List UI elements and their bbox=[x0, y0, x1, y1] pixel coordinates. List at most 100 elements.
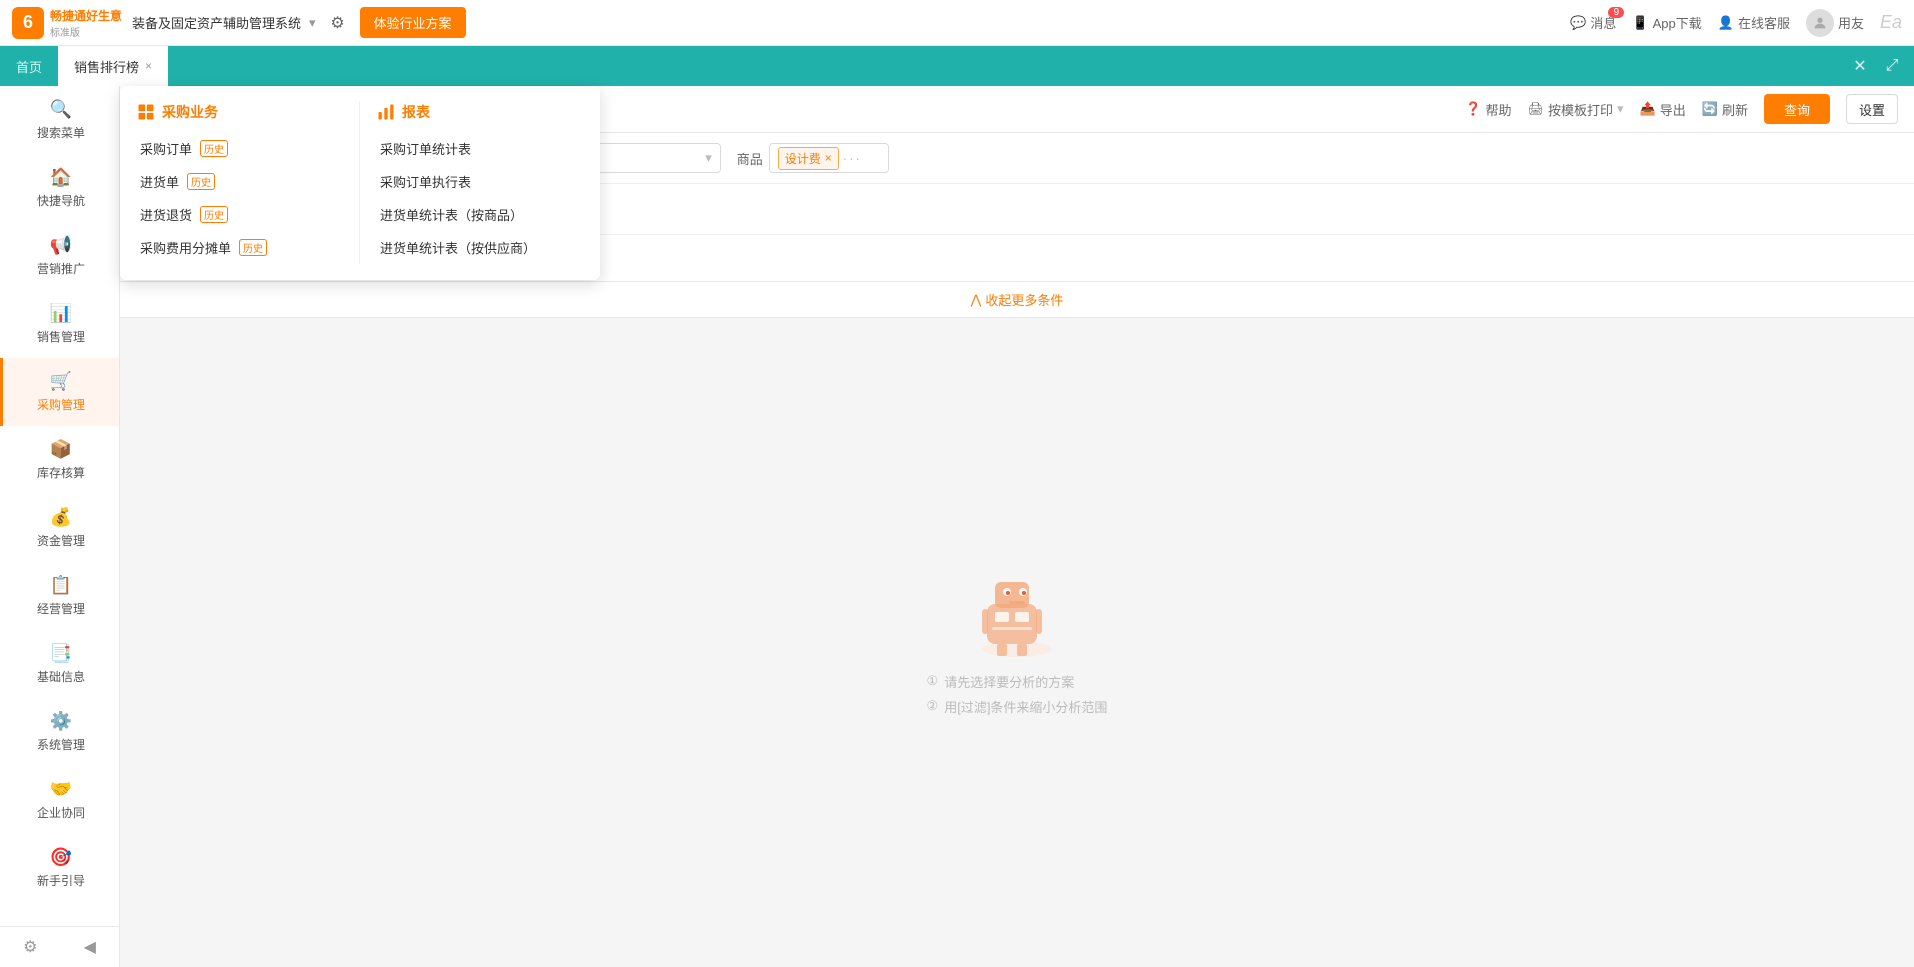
history-badge: 历史 bbox=[200, 206, 228, 223]
settings-icon[interactable]: ⚙ bbox=[324, 9, 352, 37]
help-button[interactable]: ❓ 帮助 bbox=[1465, 100, 1511, 119]
logo-area: 6 畅捷通好生意 标准版 bbox=[12, 7, 132, 39]
collapse-up-icon: ⋀ bbox=[971, 292, 982, 308]
topbar-right: 💬 消息 9 📱 App下载 👤 在线客服 用友 Ea bbox=[1570, 9, 1902, 37]
online-service-button[interactable]: 👤 在线客服 bbox=[1718, 13, 1790, 32]
purchase-section-title: 采购业务 bbox=[136, 102, 343, 122]
sidebar-label-purchase: 采购管理 bbox=[37, 396, 85, 413]
empty-illustration bbox=[957, 564, 1077, 664]
sidebar-item-purchase[interactable]: 🛒 采购管理 bbox=[0, 358, 119, 426]
operation-icon: 📋 bbox=[50, 575, 72, 596]
sidebar-item-system[interactable]: ⚙️ 系统管理 bbox=[0, 698, 119, 766]
sidebar-label-marketing: 营销推广 bbox=[37, 260, 85, 277]
sidebar-item-basic-info[interactable]: 📑 基础信息 bbox=[0, 630, 119, 698]
sidebar-item-sales[interactable]: 📊 销售管理 bbox=[0, 290, 119, 358]
dropdown-item-purchase-goods[interactable]: 进货单 历史 bbox=[136, 165, 343, 198]
user-menu[interactable]: 用友 bbox=[1806, 9, 1864, 37]
user-avatar bbox=[1806, 9, 1834, 37]
goods-filter: 商品 设计费 × ··· bbox=[737, 143, 889, 173]
report-section: 报表 采购订单统计表 采购订单执行表 进货单统计表（按商品） 进货单统计表（按供… bbox=[360, 102, 584, 264]
sidebar-item-finance[interactable]: 💰 资金管理 bbox=[0, 494, 119, 562]
guide-icon: 🎯 bbox=[50, 847, 72, 868]
sidebar-bottom: ⚙ ◀ bbox=[0, 926, 119, 967]
empty-hints: 请先选择要分析的方案 用[过滤]条件来缩小分析范围 bbox=[927, 672, 1108, 722]
collapse-bar: ⋀ 收起更多条件 bbox=[120, 282, 1914, 318]
sidebar-label-basic-info: 基础信息 bbox=[37, 668, 85, 685]
sidebar-label-enterprise: 企业协同 bbox=[37, 804, 85, 821]
sidebar-item-inventory[interactable]: 📦 库存核算 bbox=[0, 426, 119, 494]
dropdown-item-goods-stat-by-product[interactable]: 进货单统计表（按商品） bbox=[376, 198, 584, 231]
help-icon: ❓ bbox=[1465, 101, 1481, 117]
home-icon: 🏠 bbox=[50, 167, 72, 188]
dropdown-item-purchase-expense[interactable]: 采购费用分摊单 历史 bbox=[136, 231, 343, 264]
sidebar-label-nav: 快捷导航 bbox=[37, 192, 85, 209]
dropdown-item-purchase-order-exec[interactable]: 采购订单执行表 bbox=[376, 165, 584, 198]
empty-hint-2: 用[过滤]条件来缩小分析范围 bbox=[927, 697, 1108, 716]
message-button[interactable]: 💬 消息 9 bbox=[1570, 13, 1616, 32]
sidebar-item-marketing[interactable]: 📢 营销推广 bbox=[0, 222, 119, 290]
enterprise-icon: 🤝 bbox=[50, 779, 72, 800]
inventory-icon: 📦 bbox=[50, 439, 72, 460]
finance-icon: 💰 bbox=[50, 507, 72, 528]
tab-home[interactable]: 首页 bbox=[0, 46, 58, 86]
tag-close-icon[interactable]: × bbox=[825, 151, 832, 165]
sidebar-label-sales: 销售管理 bbox=[37, 328, 85, 345]
system-icon: ⚙️ bbox=[50, 711, 72, 732]
sidebar-label-search: 搜索菜单 bbox=[37, 124, 85, 141]
history-badge: 历史 bbox=[239, 239, 267, 256]
query-button[interactable]: 查询 bbox=[1764, 94, 1830, 124]
dropdown-item-purchase-order[interactable]: 采购订单 历史 bbox=[136, 132, 343, 165]
purchase-dropdown-menu: 采购业务 采购订单 历史 进货单 历史 进货退货 历史 采购费用分摊单 历史 报… bbox=[120, 86, 600, 280]
goods-more-icon[interactable]: ··· bbox=[843, 151, 862, 166]
message-badge: 9 bbox=[1608, 7, 1624, 18]
goods-input[interactable]: 设计费 × ··· bbox=[769, 143, 889, 173]
collapse-button[interactable]: ⋀ 收起更多条件 bbox=[971, 290, 1064, 309]
dropdown-arrow-icon[interactable]: ▾ bbox=[309, 15, 316, 31]
purchase-section-icon bbox=[136, 102, 156, 122]
message-icon: 💬 bbox=[1570, 15, 1586, 31]
sidebar-settings-icon[interactable]: ⚙ bbox=[23, 937, 37, 957]
sidebar: 🔍 搜索菜单 🏠 快捷导航 📢 营销推广 📊 销售管理 🛒 采购管理 📦 库存核… bbox=[0, 86, 120, 967]
tab-close-icon[interactable]: × bbox=[145, 59, 152, 73]
sidebar-item-operation[interactable]: 📋 经营管理 bbox=[0, 562, 119, 630]
app-download-button[interactable]: 📱 App下载 bbox=[1632, 13, 1701, 32]
print-arrow-icon: ▾ bbox=[1617, 101, 1624, 117]
tab-sales-rank[interactable]: 销售排行榜 × bbox=[58, 46, 168, 86]
sidebar-label-guide: 新手引导 bbox=[37, 872, 85, 889]
export-button[interactable]: 📤 导出 bbox=[1640, 100, 1686, 119]
service-icon: 👤 bbox=[1718, 15, 1734, 31]
sidebar-item-enterprise[interactable]: 🤝 企业协同 bbox=[0, 766, 119, 834]
maximize-icon[interactable]: ⤢ bbox=[1880, 54, 1904, 78]
dropdown-item-purchase-order-stat[interactable]: 采购订单统计表 bbox=[376, 132, 584, 165]
industry-button[interactable]: 体验行业方案 bbox=[360, 7, 466, 38]
topbar-center: 装备及固定资产辅助管理系统 ▾ ⚙ 体验行业方案 bbox=[132, 7, 1570, 38]
report-section-title: 报表 bbox=[376, 102, 584, 122]
empty-state: 请先选择要分析的方案 用[过滤]条件来缩小分析范围 bbox=[120, 318, 1914, 967]
refresh-icon: 🔄 bbox=[1702, 101, 1718, 117]
topbar: 6 畅捷通好生意 标准版 装备及固定资产辅助管理系统 ▾ ⚙ 体验行业方案 💬 … bbox=[0, 0, 1914, 46]
purchase-business-section: 采购业务 采购订单 历史 进货单 历史 进货退货 历史 采购费用分摊单 历史 bbox=[136, 102, 360, 264]
brand-ea: Ea bbox=[1880, 12, 1902, 33]
sales-icon: 📊 bbox=[50, 303, 72, 324]
sidebar-collapse-icon[interactable]: ◀ bbox=[84, 937, 96, 957]
sidebar-item-nav[interactable]: 🏠 快捷导航 bbox=[0, 154, 119, 222]
logo-icon: 6 bbox=[12, 7, 44, 39]
print-button[interactable]: 🖨 按模板打印 ▾ bbox=[1528, 100, 1624, 119]
sidebar-item-guide[interactable]: 🎯 新手引导 bbox=[0, 834, 119, 902]
goods-tag: 设计费 × bbox=[778, 147, 839, 170]
refresh-button[interactable]: 🔄 刷新 bbox=[1702, 100, 1748, 119]
history-badge: 历史 bbox=[187, 173, 215, 190]
report-section-icon bbox=[376, 102, 396, 122]
sidebar-label-system: 系统管理 bbox=[37, 736, 85, 753]
logo-subtext: 标准版 bbox=[50, 24, 122, 39]
tabbar-actions: ✕ ⤢ bbox=[1848, 54, 1904, 78]
mobile-icon: 📱 bbox=[1632, 15, 1648, 31]
goods-label: 商品 bbox=[737, 149, 763, 168]
sidebar-item-search[interactable]: 🔍 搜索菜单 bbox=[0, 86, 119, 154]
dropdown-item-purchase-return[interactable]: 进货退货 历史 bbox=[136, 198, 343, 231]
history-badge: 历史 bbox=[200, 140, 228, 157]
dropdown-item-goods-stat-by-supplier[interactable]: 进货单统计表（按供应商） bbox=[376, 231, 584, 264]
basic-info-icon: 📑 bbox=[50, 643, 72, 664]
close-window-icon[interactable]: ✕ bbox=[1848, 54, 1872, 78]
setting-button[interactable]: 设置 bbox=[1846, 94, 1898, 124]
